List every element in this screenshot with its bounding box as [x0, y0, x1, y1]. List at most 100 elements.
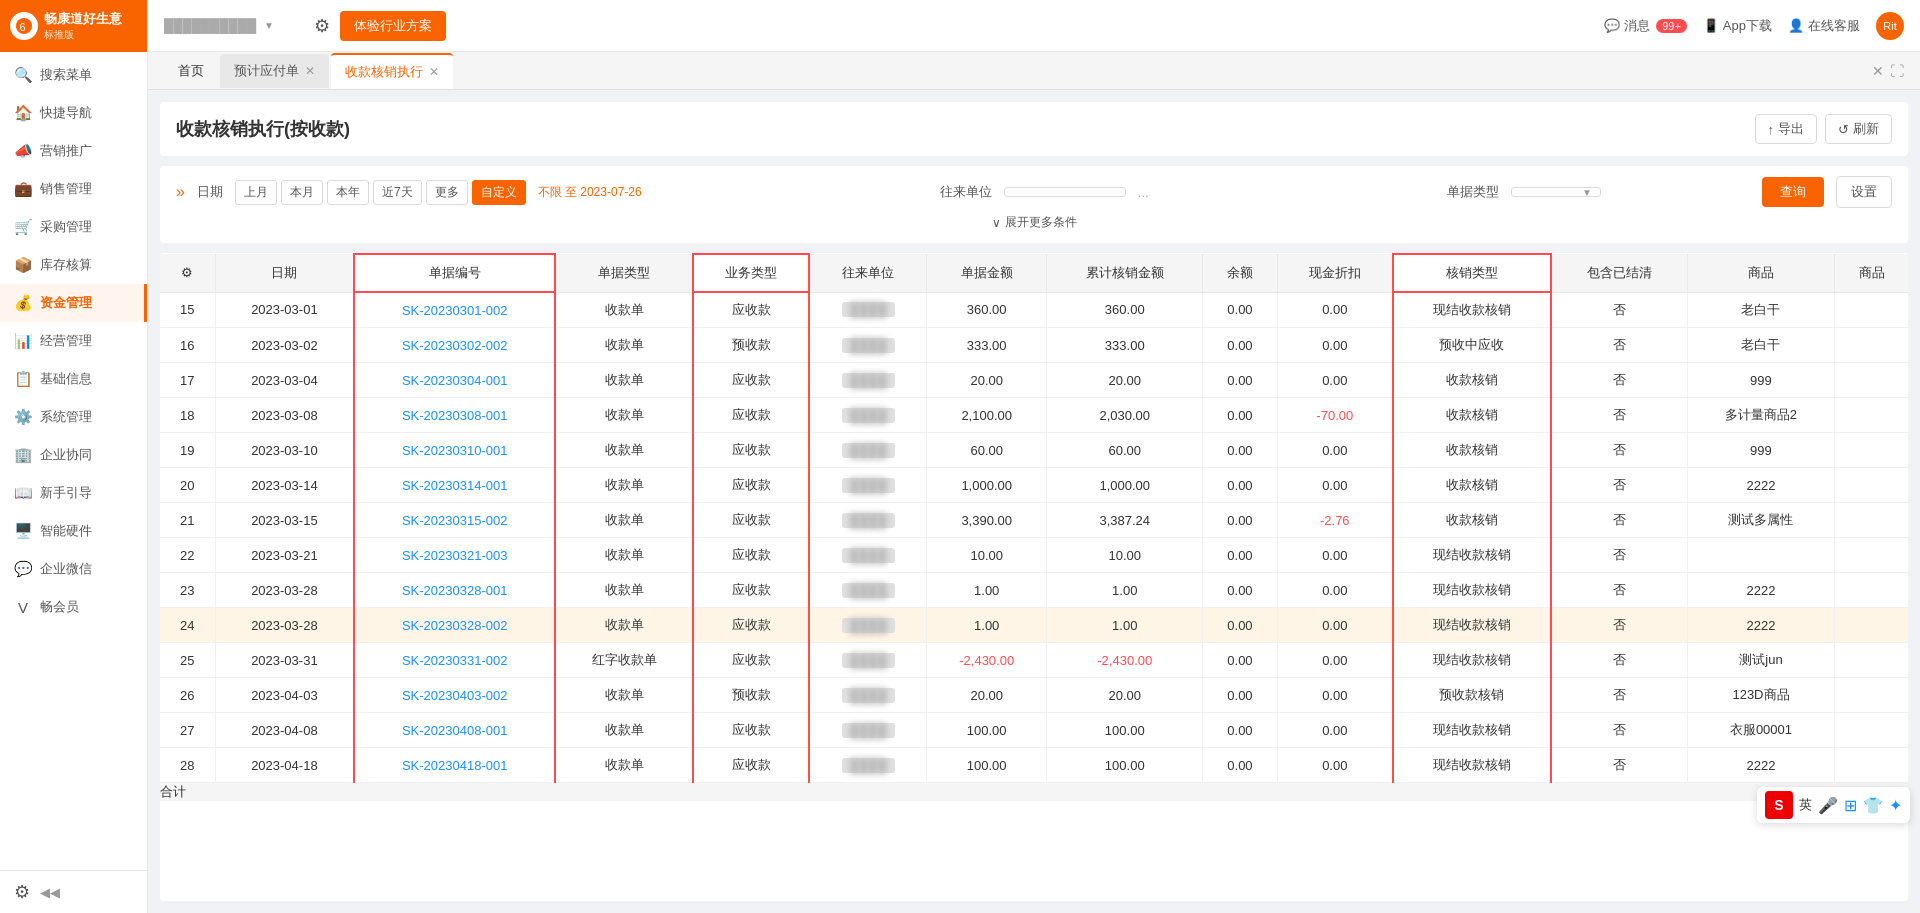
sidebar-item-enterprise[interactable]: 🏢 企业协同 — [0, 436, 147, 474]
row-no: 20 — [160, 468, 215, 503]
basic-icon: 📋 — [14, 370, 32, 388]
bill-no-link[interactable]: SK-20230310-001 — [402, 443, 508, 458]
bill-no-link[interactable]: SK-20230408-001 — [402, 723, 508, 738]
bill-no-link[interactable]: SK-20230314-001 — [402, 478, 508, 493]
th-balance[interactable]: 余额 — [1203, 254, 1277, 292]
date-btn-this-month[interactable]: 本月 — [281, 180, 323, 205]
th-amount[interactable]: 单据金额 — [927, 254, 1047, 292]
sidebar-item-inventory[interactable]: 📦 库存核算 — [0, 246, 147, 284]
table-row: 22 2023-03-21 SK-20230321-003 收款单 应收款 ██… — [160, 538, 1908, 573]
setting-btn[interactable]: 设置 — [1836, 176, 1892, 208]
row-balance: 0.00 — [1203, 713, 1277, 748]
sidebar-item-system[interactable]: ⚙️ 系统管理 — [0, 398, 147, 436]
query-btn[interactable]: 查询 — [1762, 177, 1824, 207]
user-avatar[interactable]: Rit — [1876, 12, 1904, 40]
th-biz-type[interactable]: 业务类型 — [693, 254, 810, 292]
bill-no-link[interactable]: SK-20230302-002 — [402, 338, 508, 353]
table-row: 18 2023-03-08 SK-20230308-001 收款单 应收款 ██… — [160, 398, 1908, 433]
sidebar-item-purchase[interactable]: 🛒 采购管理 — [0, 208, 147, 246]
counterpart-input[interactable] — [1004, 187, 1126, 197]
tab-collect[interactable]: 收款核销执行 ✕ — [331, 53, 453, 89]
date-btn-custom[interactable]: 自定义 — [472, 180, 526, 205]
row-bill-no: SK-20230418-001 — [354, 748, 555, 783]
tab-collect-close[interactable]: ✕ — [429, 65, 439, 79]
sidebar-item-operation[interactable]: 📊 经营管理 — [0, 322, 147, 360]
row-bill-no: SK-20230301-002 — [354, 292, 555, 328]
th-total-cancel[interactable]: 累计核销金额 — [1047, 254, 1203, 292]
th-cancel-type[interactable]: 核销类型 — [1393, 254, 1551, 292]
bill-no-link[interactable]: SK-20230403-002 — [402, 688, 508, 703]
refresh-btn[interactable]: ↺ 刷新 — [1825, 114, 1892, 144]
row-no: 18 — [160, 398, 215, 433]
tab-home[interactable]: 首页 — [164, 54, 218, 88]
bill-no-link[interactable]: SK-20230315-002 — [402, 513, 508, 528]
sidebar-item-finance[interactable]: 💰 资金管理 — [0, 284, 147, 322]
bill-no-link[interactable]: SK-20230328-001 — [402, 583, 508, 598]
collapse-icon[interactable]: ◀◀ — [40, 885, 60, 900]
sidebar-item-wechat[interactable]: 💬 企业微信 — [0, 550, 147, 588]
row-total-cancel: 1.00 — [1047, 573, 1203, 608]
bill-no-link[interactable]: SK-20230328-002 — [402, 618, 508, 633]
bill-no-link[interactable]: SK-20230304-001 — [402, 373, 508, 388]
row-date: 2023-04-18 — [215, 748, 354, 783]
industry-btn[interactable]: 体验行业方案 — [340, 11, 446, 41]
sidebar-item-hardware[interactable]: 🖥️ 智能硬件 — [0, 512, 147, 550]
sidebar-item-marketing[interactable]: 📣 营销推广 — [0, 132, 147, 170]
row-amount: 60.00 — [927, 433, 1047, 468]
th-goods2[interactable]: 商品 — [1835, 254, 1908, 292]
row-amount: 100.00 — [927, 713, 1047, 748]
settings-footer-icon[interactable]: ⚙ — [14, 881, 30, 903]
tab-close-all-icon[interactable]: ✕ — [1872, 63, 1884, 79]
date-btn-last-month[interactable]: 上月 — [235, 180, 277, 205]
row-goods1: 测试多属性 — [1687, 503, 1834, 538]
th-bill-type[interactable]: 单据类型 — [555, 254, 692, 292]
sidebar-item-member[interactable]: V 畅会员 — [0, 588, 147, 626]
row-counterpart: ████ — [809, 363, 926, 398]
row-balance: 0.00 — [1203, 328, 1277, 363]
th-counterpart[interactable]: 往来单位 — [809, 254, 926, 292]
row-bill-no: SK-20230408-001 — [354, 713, 555, 748]
tab-prepay-close[interactable]: ✕ — [305, 64, 315, 78]
row-bill-no: SK-20230302-002 — [354, 328, 555, 363]
bill-no-link[interactable]: SK-20230308-001 — [402, 408, 508, 423]
sidebar-item-search[interactable]: 🔍 搜索菜单 — [0, 56, 147, 94]
expand-conditions-btn[interactable]: ∨ 展开更多条件 — [992, 214, 1077, 231]
row-included: 否 — [1551, 433, 1688, 468]
date-btn-7days[interactable]: 近7天 — [373, 180, 422, 205]
guide-icon: 📖 — [14, 484, 32, 502]
sidebar-item-quick[interactable]: 🏠 快捷导航 — [0, 94, 147, 132]
th-settings[interactable]: ⚙ — [160, 254, 215, 292]
sidebar-item-sales[interactable]: 💼 销售管理 — [0, 170, 147, 208]
sidebar-item-guide[interactable]: 📖 新手引导 — [0, 474, 147, 512]
th-included[interactable]: 包含已结清 — [1551, 254, 1688, 292]
date-btn-this-year[interactable]: 本年 — [327, 180, 369, 205]
th-goods1[interactable]: 商品 — [1687, 254, 1834, 292]
tab-prepay[interactable]: 预计应付单 ✕ — [220, 54, 329, 88]
row-date: 2023-03-14 — [215, 468, 354, 503]
row-cancel-type: 预收款核销 — [1393, 678, 1551, 713]
row-bill-type: 收款单 — [555, 398, 692, 433]
service-icon: 👤 — [1788, 18, 1804, 33]
bill-no-link[interactable]: SK-20230418-001 — [402, 758, 508, 773]
bill-no-link[interactable]: SK-20230301-002 — [402, 303, 508, 318]
bill-type-select[interactable]: ▼ — [1511, 187, 1601, 197]
message-icon: 💬 — [1604, 18, 1620, 33]
row-date: 2023-03-28 — [215, 608, 354, 643]
export-btn[interactable]: ↑ 导出 — [1755, 114, 1818, 144]
table-row: 26 2023-04-03 SK-20230403-002 收款单 预收款 ██… — [160, 678, 1908, 713]
topbar-gear-icon[interactable]: ⚙ — [314, 15, 330, 37]
th-date[interactable]: 日期 — [215, 254, 354, 292]
th-discount[interactable]: 现金折扣 — [1277, 254, 1393, 292]
tab-fullscreen-icon[interactable]: ⛶ — [1890, 63, 1904, 79]
bill-no-link[interactable]: SK-20230321-003 — [402, 548, 508, 563]
messages-btn[interactable]: 💬 消息 99+ — [1604, 17, 1687, 35]
sidebar-item-basic[interactable]: 📋 基础信息 — [0, 360, 147, 398]
service-btn[interactable]: 👤 在线客服 — [1788, 17, 1860, 35]
th-bill-no[interactable]: 单据编号 — [354, 254, 555, 292]
app-download-btn[interactable]: 📱 App下载 — [1703, 17, 1772, 35]
logo-text: 畅康道好生意 标推版 — [44, 11, 122, 41]
date-btn-more[interactable]: 更多 — [426, 180, 468, 205]
logo-icon: 6 — [10, 12, 38, 40]
bill-no-link[interactable]: SK-20230331-002 — [402, 653, 508, 668]
filter-expand-left-btn[interactable]: » — [176, 183, 185, 201]
